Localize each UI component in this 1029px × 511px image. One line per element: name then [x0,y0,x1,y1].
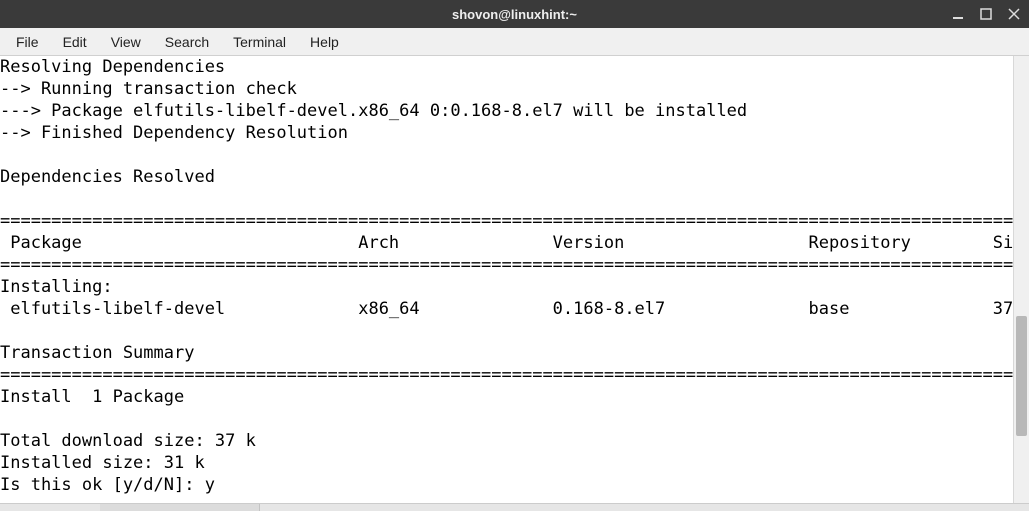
scrollbar-thumb[interactable] [1016,316,1027,436]
minimize-button[interactable] [951,7,965,21]
terminal-area[interactable]: Resolving Dependencies --> Running trans… [0,56,1029,503]
menubar: File Edit View Search Terminal Help [0,28,1029,56]
maximize-button[interactable] [979,7,993,21]
menu-search[interactable]: Search [153,30,221,54]
menu-edit[interactable]: Edit [51,30,99,54]
window-controls [951,7,1021,21]
tab-segment[interactable] [100,504,260,511]
menu-file[interactable]: File [4,30,51,54]
bottom-tab-strip [0,503,1029,511]
terminal-output: Resolving Dependencies --> Running trans… [0,56,1013,503]
menu-view[interactable]: View [99,30,153,54]
window-title: shovon@linuxhint:~ [452,7,577,22]
vertical-scrollbar[interactable] [1013,56,1029,503]
close-button[interactable] [1007,7,1021,21]
menu-terminal[interactable]: Terminal [221,30,298,54]
window-titlebar: shovon@linuxhint:~ [0,0,1029,28]
menu-help[interactable]: Help [298,30,351,54]
